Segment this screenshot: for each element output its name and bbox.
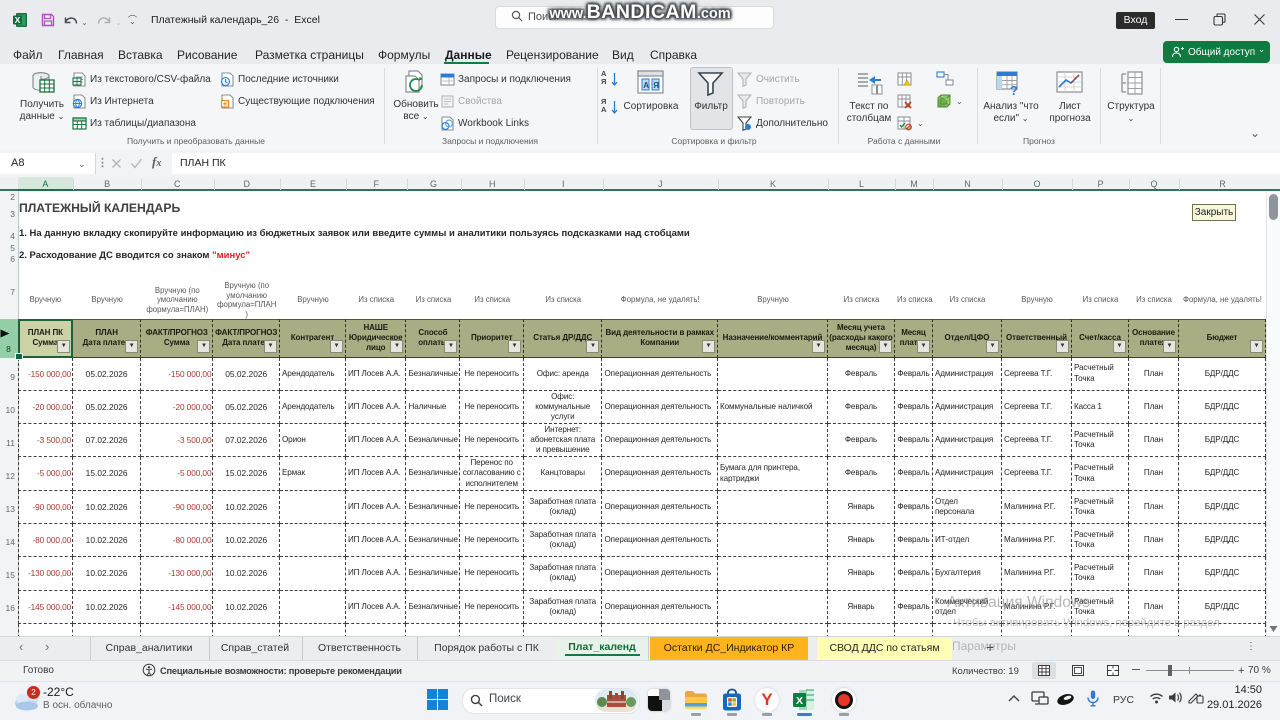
svg-text:А: А <box>643 81 649 90</box>
svg-text:X: X <box>796 695 803 707</box>
svg-text:Я: Я <box>653 81 659 90</box>
svg-text:?: ? <box>1010 83 1018 96</box>
